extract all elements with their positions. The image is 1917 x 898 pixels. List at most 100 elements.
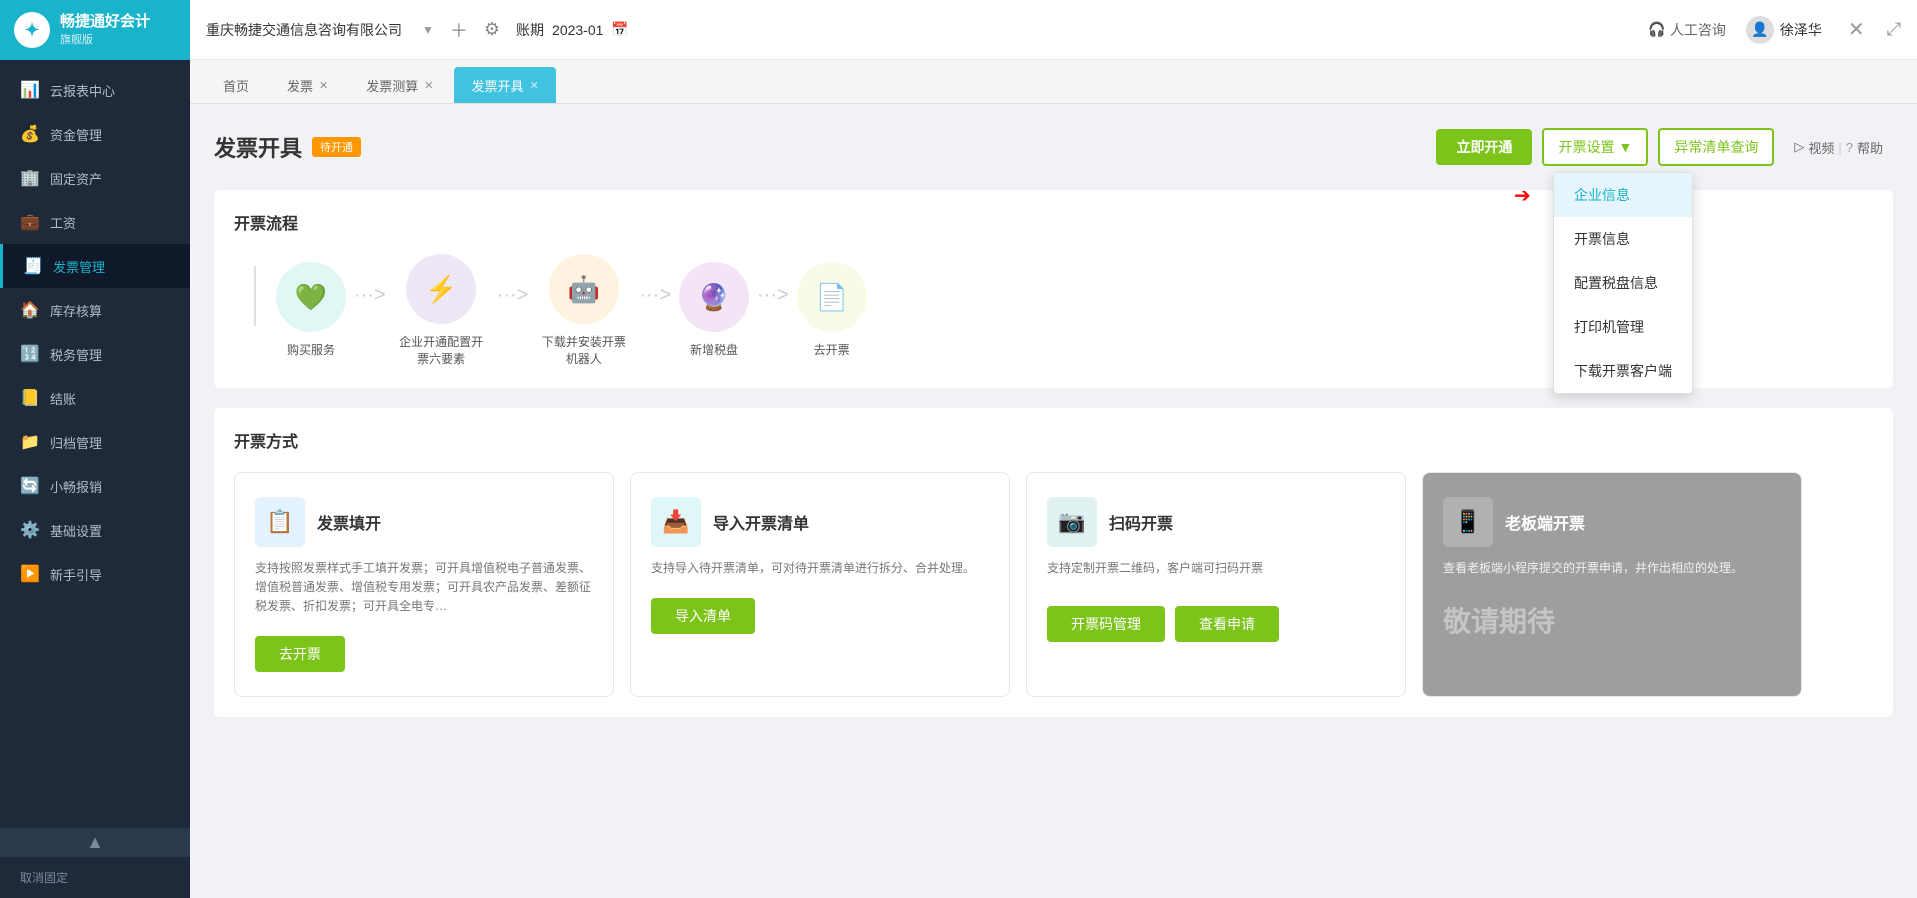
step-label-add-tax: 新增税盘 bbox=[690, 342, 738, 359]
step-icon-go-invoice: 📄 bbox=[797, 262, 867, 332]
invoice-mgmt-icon: 🧾 bbox=[23, 256, 43, 276]
method-btn2-scan-invoice[interactable]: 查看申请 bbox=[1175, 606, 1279, 642]
method-header-fill-invoice: 📋 发票填开 bbox=[255, 497, 593, 547]
fixed-assets-icon: 🏢 bbox=[20, 168, 40, 188]
dropdown-item-tax-config[interactable]: 配置税盘信息 bbox=[1554, 261, 1692, 305]
sidebar-item-archive-mgmt[interactable]: 📁 归档管理 bbox=[0, 420, 190, 464]
headset-icon: 🎧 bbox=[1648, 21, 1665, 38]
step-icon-buy-service: 💚 bbox=[276, 262, 346, 332]
play-icon: ▷ bbox=[1794, 139, 1804, 155]
method-btn-fill-invoice[interactable]: 去开票 bbox=[255, 636, 345, 672]
step-label-buy-service: 购买服务 bbox=[287, 342, 335, 359]
step-icon-download-robot: 🤖 bbox=[549, 254, 619, 324]
tab-close-icon[interactable]: ✕ bbox=[424, 79, 433, 92]
step-label-go-invoice: 去开票 bbox=[814, 342, 850, 359]
help-btn[interactable]: 🎧 人工咨询 bbox=[1648, 20, 1725, 40]
window-max-btn[interactable]: ⤢ bbox=[1887, 19, 1901, 40]
red-arrow-indicator: ➔ bbox=[1514, 183, 1531, 208]
tab-close-icon[interactable]: ✕ bbox=[319, 79, 328, 92]
payroll-icon: 💼 bbox=[20, 212, 40, 232]
tab-invoice-calc[interactable]: 发票测算 ✕ bbox=[349, 67, 450, 103]
settings-icon[interactable]: ⚙ bbox=[484, 19, 500, 40]
sidebar-item-fund-mgmt[interactable]: 💰 资金管理 bbox=[0, 112, 190, 156]
tab-home[interactable]: 首页 bbox=[206, 67, 266, 103]
avatar: 👤 bbox=[1746, 16, 1774, 44]
sidebar-item-label: 基础设置 bbox=[50, 521, 102, 540]
flow-step-go-invoice: 📄 去开票 bbox=[797, 262, 867, 359]
tab-invoice-open[interactable]: 发票开具 ✕ bbox=[454, 67, 555, 103]
tab-label: 发票 bbox=[287, 76, 313, 95]
tab-label: 发票测算 bbox=[366, 76, 418, 95]
abnormal-button[interactable]: 异常清单查询 bbox=[1658, 128, 1774, 166]
sidebar-item-label: 库存核算 bbox=[50, 301, 102, 320]
sidebar-scroll-up[interactable]: ▲ bbox=[0, 828, 190, 857]
tab-label: 发票开具 bbox=[471, 76, 523, 95]
activate-button[interactable]: 立即开通 bbox=[1436, 129, 1532, 165]
sidebar-item-inventory[interactable]: 🏠 库存核算 bbox=[0, 288, 190, 332]
calendar-icon[interactable]: 📅 bbox=[611, 21, 628, 38]
main-area: 重庆畅捷交通信息咨询有限公司 ▼ ＋ ⚙ 账期 2023-01 📅 🎧 人工咨询… bbox=[190, 0, 1917, 898]
sidebar-item-accounting[interactable]: 📒 结账 bbox=[0, 376, 190, 420]
flow-arrow-0: ···> bbox=[354, 284, 386, 307]
flow-step-download-robot: 🤖 下载并安装开票机器人 bbox=[536, 254, 631, 368]
help-btn-label: 帮助 bbox=[1857, 138, 1883, 157]
period-label: 账期 bbox=[516, 20, 544, 40]
user-btn[interactable]: 👤 徐泽华 bbox=[1746, 16, 1822, 44]
video-button[interactable]: ▷ 视频 | ? 帮助 bbox=[1784, 131, 1893, 164]
watermark-boss-invoice: 敬请期待 bbox=[1443, 600, 1781, 640]
sidebar-logo: ✦ 畅捷通好会计 旗舰版 bbox=[0, 0, 190, 60]
settings-btn-label: 开票设置 bbox=[1558, 137, 1614, 157]
sidebar-item-new-guide[interactable]: ▶️ 新手引导 bbox=[0, 552, 190, 596]
app-subtitle: 旗舰版 bbox=[60, 31, 150, 47]
flow-arrow-3: ···> bbox=[757, 284, 789, 307]
tab-invoice[interactable]: 发票 ✕ bbox=[270, 67, 345, 103]
sidebar-item-xiaochang[interactable]: 🔄 小畅报销 bbox=[0, 464, 190, 508]
method-card-fill-invoice: 📋 发票填开 支持按照发票样式手工填开发票；可开具增值税电子普通发票、增值税普通… bbox=[234, 472, 614, 698]
topbar: 重庆畅捷交通信息咨询有限公司 ▼ ＋ ⚙ 账期 2023-01 📅 🎧 人工咨询… bbox=[190, 0, 1917, 60]
sidebar-item-fixed-assets[interactable]: 🏢 固定资产 bbox=[0, 156, 190, 200]
method-section-title: 开票方式 bbox=[234, 428, 1873, 452]
dropdown-item-invoice-info[interactable]: 开票信息 bbox=[1554, 217, 1692, 261]
period-value: 2023-01 bbox=[552, 22, 603, 38]
method-btn-import-list[interactable]: 导入清单 bbox=[651, 598, 755, 634]
method-title-import-list: 导入开票清单 bbox=[713, 510, 809, 534]
window-close-btn[interactable]: ✕ bbox=[1848, 17, 1865, 42]
method-card-boss-invoice: 📱 老板端开票 查看老板端小程序提交的开票申请，并作出相应的处理。 敬请期待 bbox=[1422, 472, 1802, 698]
sidebar-item-cloud-report[interactable]: 📊 云报表中心 bbox=[0, 68, 190, 112]
flow-divider bbox=[254, 266, 256, 326]
sidebar-cancel[interactable]: 取消固定 bbox=[0, 857, 190, 898]
add-company-icon[interactable]: ＋ bbox=[450, 17, 468, 43]
settings-dropdown: ➔ 企业信息开票信息配置税盘信息打印机管理下载开票客户端 bbox=[1553, 172, 1693, 394]
tax-mgmt-icon: 🔢 bbox=[20, 344, 40, 364]
flow-arrow-2: ···> bbox=[639, 284, 671, 307]
sidebar-item-label: 结账 bbox=[50, 389, 76, 408]
sidebar-item-label: 云报表中心 bbox=[50, 81, 115, 100]
method-desc-boss-invoice: 查看老板端小程序提交的开票申请，并作出相应的处理。 bbox=[1443, 559, 1781, 578]
method-header-boss-invoice: 📱 老板端开票 bbox=[1443, 497, 1781, 547]
dropdown-item-company-info[interactable]: 企业信息 bbox=[1554, 173, 1692, 217]
company-dropdown-icon[interactable]: ▼ bbox=[422, 23, 434, 37]
method-title-scan-invoice: 扫码开票 bbox=[1109, 510, 1173, 534]
inventory-icon: 🏠 bbox=[20, 300, 40, 320]
method-btn1-scan-invoice[interactable]: 开票码管理 bbox=[1047, 606, 1165, 642]
accounting-icon: 📒 bbox=[20, 388, 40, 408]
tab-label: 首页 bbox=[223, 76, 249, 95]
status-badge: 待开通 bbox=[312, 137, 361, 157]
sidebar-item-basic-settings[interactable]: ⚙️ 基础设置 bbox=[0, 508, 190, 552]
username-label: 徐泽华 bbox=[1780, 20, 1822, 40]
dropdown-item-download-client[interactable]: 下载开票客户端 bbox=[1554, 349, 1692, 393]
sidebar: ✦ 畅捷通好会计 旗舰版 📊 云报表中心 💰 资金管理 🏢 固定资产 💼 工资 … bbox=[0, 0, 190, 898]
sidebar-item-tax-mgmt[interactable]: 🔢 税务管理 bbox=[0, 332, 190, 376]
method-icon-boss-invoice: 📱 bbox=[1443, 497, 1493, 547]
period-display: 账期 2023-01 📅 bbox=[516, 20, 629, 40]
logo-icon: ✦ bbox=[14, 12, 50, 48]
logo-text-area: 畅捷通好会计 旗舰版 bbox=[60, 13, 150, 47]
tab-close-icon[interactable]: ✕ bbox=[530, 79, 539, 92]
method-desc-scan-invoice: 支持定制开票二维码，客户端可扫码开票 bbox=[1047, 559, 1385, 578]
settings-button[interactable]: 开票设置 ▼ bbox=[1542, 128, 1648, 166]
fund-mgmt-icon: 💰 bbox=[20, 124, 40, 144]
sidebar-item-payroll[interactable]: 💼 工资 bbox=[0, 200, 190, 244]
dropdown-item-printer-mgmt[interactable]: 打印机管理 bbox=[1554, 305, 1692, 349]
step-label-download-robot: 下载并安装开票机器人 bbox=[536, 334, 631, 368]
sidebar-item-invoice-mgmt[interactable]: 🧾 发票管理 bbox=[0, 244, 190, 288]
